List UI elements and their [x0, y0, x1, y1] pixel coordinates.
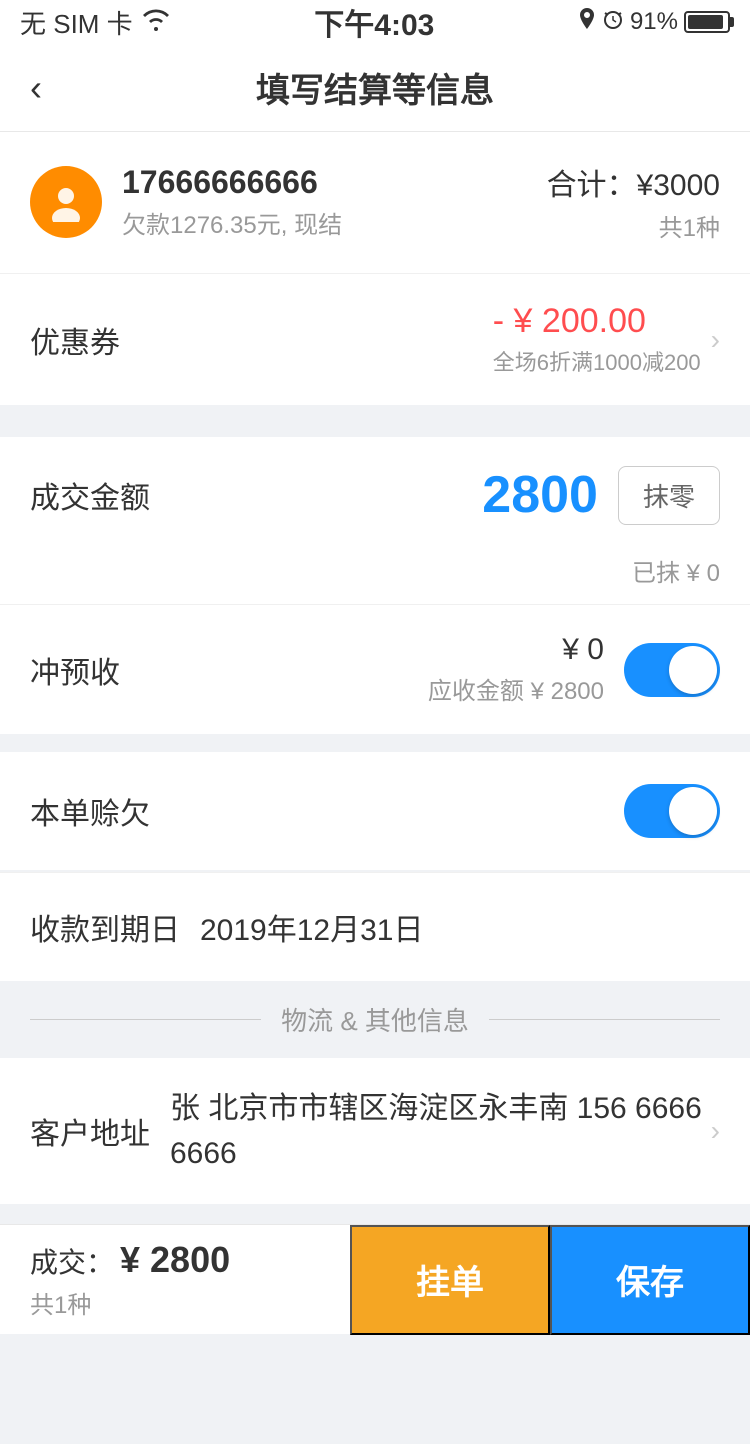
- address-content: 张 北京市市辖区海淀区永丰南 156 6666 6666: [170, 1086, 711, 1176]
- round-zero-button[interactable]: 抹零: [618, 466, 720, 525]
- page-title: 填写结算等信息: [256, 63, 494, 112]
- prepay-row: 冲预收 ¥ 0 应收金额 ¥ 2800: [0, 604, 750, 734]
- user-details: 17666666666 欠款1276.35元, 现结: [122, 164, 342, 240]
- due-date-value: 2019年12月31日: [200, 905, 423, 949]
- debt-row: 本单赊欠: [0, 752, 750, 870]
- debt-toggle-knob: [669, 787, 717, 835]
- prepay-label: 冲预收: [30, 648, 120, 692]
- deal-amount-value: 2800: [482, 465, 598, 525]
- coupon-discount: - ¥ 200.00: [493, 302, 701, 341]
- deal-sub-text: 已抹 ¥ 0: [632, 560, 720, 587]
- toggle-knob: [669, 646, 717, 694]
- status-left: 无 SIM 卡: [20, 4, 171, 41]
- prepay-toggle[interactable]: [624, 643, 720, 697]
- nav-bar: ‹ 填写结算等信息: [0, 44, 750, 132]
- pending-button[interactable]: 挂单: [350, 1225, 550, 1335]
- status-bar: 无 SIM 卡 下午4:03 91%: [0, 0, 750, 44]
- divider-line-right: [489, 1019, 720, 1020]
- logistics-divider: 物流 & 其他信息: [0, 981, 750, 1058]
- wifi-icon: [141, 7, 171, 38]
- address-row[interactable]: 客户地址 张 北京市市辖区海淀区永丰南 156 6666 6666 ›: [0, 1058, 750, 1204]
- due-date-label: 收款到期日: [30, 905, 180, 949]
- deal-amount-row: 成交金额 2800 抹零: [0, 437, 750, 553]
- prepay-amount: ¥ 0: [428, 633, 604, 667]
- deal-amount-label: 成交金额: [30, 473, 150, 517]
- bottom-deal-label: 成交：: [30, 1241, 114, 1281]
- deal-amount-right: 2800 抹零: [482, 465, 720, 525]
- debt-toggle[interactable]: [624, 784, 720, 838]
- status-time: 下午4:03: [314, 0, 434, 44]
- avatar: [30, 166, 102, 238]
- coupon-chevron-icon: ›: [711, 324, 720, 356]
- user-info-row: 17666666666 欠款1276.35元, 现结 合计：¥3000 共1种: [0, 132, 750, 271]
- user-sub-text: 欠款1276.35元, 现结: [122, 205, 342, 240]
- alarm-icon: [602, 8, 624, 37]
- location-icon: [578, 8, 596, 37]
- deal-section: 成交金额 2800 抹零 已抹 ¥ 0 冲预收 ¥ 0 应收金额 ¥ 2800: [0, 437, 750, 734]
- coupon-desc: 全场6折满1000减200: [493, 345, 701, 377]
- logistics-divider-text: 物流 & 其他信息: [281, 1001, 469, 1038]
- coupon-right: - ¥ 200.00 全场6折满1000减200 ›: [493, 302, 720, 377]
- address-chevron-icon: ›: [711, 1115, 720, 1147]
- total-count: 共1种: [547, 208, 720, 243]
- user-total: 合计：¥3000 共1种: [547, 160, 720, 243]
- due-date-row: 收款到期日 2019年12月31日: [0, 873, 750, 981]
- status-right: 91%: [578, 8, 730, 37]
- total-amount: 合计：¥3000: [547, 160, 720, 204]
- bottom-info: 成交： ¥ 2800 共1种: [0, 1239, 350, 1320]
- separator-1: [0, 421, 750, 437]
- sim-text: 无 SIM 卡: [20, 4, 133, 41]
- separator-2: [0, 736, 750, 752]
- bottom-count: 共1种: [30, 1285, 320, 1320]
- battery-percent: 91%: [630, 8, 678, 36]
- bottom-bar: 成交： ¥ 2800 共1种 挂单 保存: [0, 1224, 750, 1334]
- coupon-label: 优惠券: [30, 318, 120, 362]
- user-left: 17666666666 欠款1276.35元, 现结: [30, 164, 342, 240]
- debt-label: 本单赊欠: [30, 789, 150, 833]
- coupon-row[interactable]: 优惠券 - ¥ 200.00 全场6折满1000减200 ›: [0, 273, 750, 405]
- user-info-card: 17666666666 欠款1276.35元, 现结 合计：¥3000 共1种 …: [0, 132, 750, 405]
- prepay-sub-text: 应收金额 ¥ 2800: [428, 671, 604, 706]
- address-label: 客户地址: [30, 1109, 150, 1153]
- divider-line-left: [30, 1019, 261, 1020]
- prepay-right: ¥ 0 应收金额 ¥ 2800: [428, 633, 720, 706]
- user-phone: 17666666666: [122, 164, 342, 201]
- coupon-info: - ¥ 200.00 全场6折满1000减200: [493, 302, 701, 377]
- battery-icon: [684, 11, 730, 33]
- bottom-deal-amount: ¥ 2800: [120, 1239, 230, 1281]
- save-button[interactable]: 保存: [550, 1225, 750, 1335]
- prepay-amount-block: ¥ 0 应收金额 ¥ 2800: [428, 633, 604, 706]
- back-button[interactable]: ‹: [30, 67, 42, 109]
